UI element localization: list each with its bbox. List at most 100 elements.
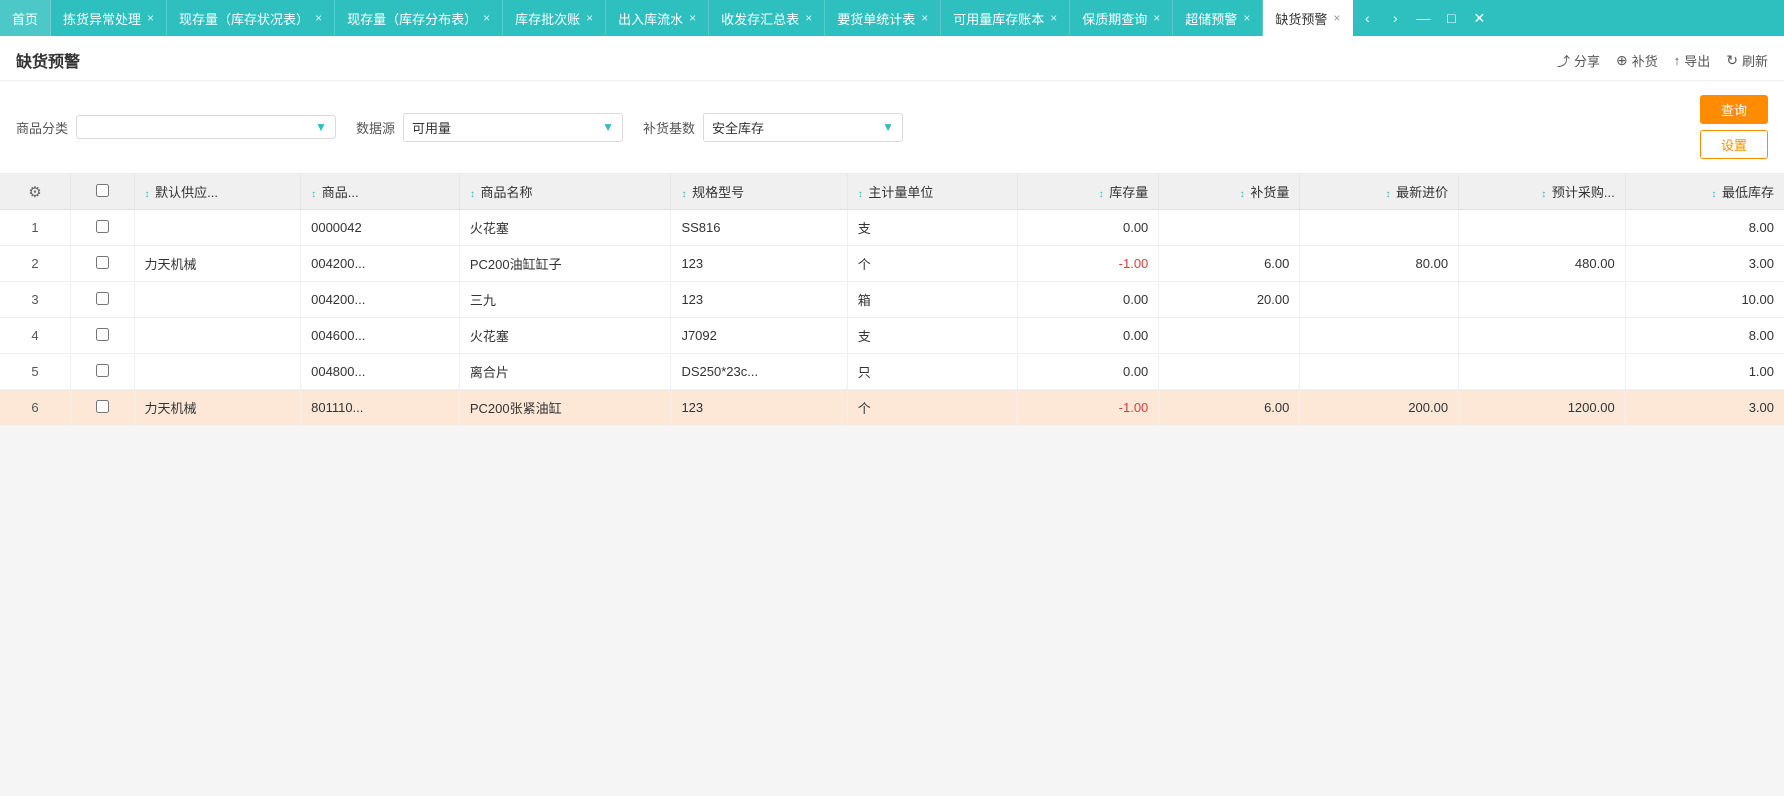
sort-forecast-icon: ↕ — [1541, 189, 1546, 200]
row-checkbox-0[interactable] — [96, 220, 109, 233]
tab-nav-next[interactable]: › — [1381, 0, 1409, 36]
row-checkbox-4[interactable] — [96, 364, 109, 377]
row-latest-price-2 — [1300, 282, 1459, 318]
col-spec-header[interactable]: ↕ 规格型号 — [671, 174, 847, 210]
col-min-stock-header[interactable]: ↕ 最低库存 — [1625, 174, 1784, 210]
col-settings-header: ⚙ — [0, 174, 71, 210]
tab-receive-summary[interactable]: 收发存汇总表 × — [709, 0, 825, 36]
sort-stock-icon: ↕ — [1099, 189, 1104, 200]
row-supplier-3 — [134, 318, 301, 354]
row-check-4[interactable] — [71, 354, 134, 390]
supplement-button[interactable]: ⊕ 补货 — [1616, 51, 1658, 70]
settings-button[interactable]: 设置 — [1700, 130, 1768, 159]
window-close[interactable]: ✕ — [1465, 0, 1493, 36]
tab-available-ledger-close[interactable]: × — [1050, 11, 1057, 25]
tab-inout-flow-close[interactable]: × — [689, 11, 696, 25]
row-num-4: 5 — [0, 354, 71, 390]
row-unit-4: 只 — [847, 354, 1017, 390]
tab-nav-prev[interactable]: ‹ — [1353, 0, 1381, 36]
export-button[interactable]: ↑ 导出 — [1674, 51, 1711, 70]
settings-gear-icon[interactable]: ⚙ — [28, 184, 41, 201]
select-all-checkbox[interactable] — [96, 184, 109, 197]
share-button[interactable]: ⤴ 分享 — [1557, 51, 1600, 70]
row-checkbox-1[interactable] — [96, 256, 109, 269]
row-check-2[interactable] — [71, 282, 134, 318]
col-name-header[interactable]: ↕ 商品名称 — [459, 174, 671, 210]
row-name-0: 火花塞 — [459, 210, 671, 246]
col-forecast-header[interactable]: ↕ 预计采购... — [1459, 174, 1626, 210]
main-content: 缺货预警 ⤴ 分享 ⊕ 补货 ↑ 导出 ↻ 刷新 商品分类 — [0, 36, 1784, 426]
row-code-1: 004200... — [301, 246, 460, 282]
row-latest-price-0 — [1300, 210, 1459, 246]
row-spec-2: 123 — [671, 282, 847, 318]
tab-batch-close[interactable]: × — [586, 11, 593, 25]
category-filter-group: 商品分类 ▼ — [16, 115, 336, 139]
row-min-stock-4: 1.00 — [1625, 354, 1784, 390]
row-stock-2: 0.00 — [1018, 282, 1159, 318]
tab-expiry-query-close[interactable]: × — [1153, 11, 1160, 25]
tab-inventory-dist[interactable]: 现存量（库存分布表） × — [335, 0, 503, 36]
row-spec-1: 123 — [671, 246, 847, 282]
row-check-0[interactable] — [71, 210, 134, 246]
row-latest-price-4 — [1300, 354, 1459, 390]
replenish-label: 补货基数 — [643, 118, 695, 137]
window-minimize[interactable]: — — [1409, 0, 1437, 36]
row-name-5: PC200张紧油缸 — [459, 390, 671, 426]
datasource-select-value: 可用量 — [412, 118, 451, 137]
col-stock-header[interactable]: ↕ 库存量 — [1018, 174, 1159, 210]
tab-overstock-warning-close[interactable]: × — [1243, 11, 1250, 25]
tab-shortage-warning-close[interactable]: × — [1333, 11, 1340, 25]
row-supplier-4 — [134, 354, 301, 390]
row-stock-0: 0.00 — [1018, 210, 1159, 246]
col-unit-header[interactable]: ↕ 主计量单位 — [847, 174, 1017, 210]
replenish-select[interactable]: 安全库存 ▼ — [703, 113, 903, 142]
tab-inventory-dist-close[interactable]: × — [483, 11, 490, 25]
row-min-stock-3: 8.00 — [1625, 318, 1784, 354]
tab-home[interactable]: 首页 — [0, 0, 51, 36]
col-latest-price-header[interactable]: ↕ 最新进价 — [1300, 174, 1459, 210]
tab-requisition-stat-close[interactable]: × — [921, 11, 928, 25]
table-container: ⚙ ↕ 默认供应... ↕ 商品... ↕ 商品名称 — [0, 174, 1784, 426]
row-check-5[interactable] — [71, 390, 134, 426]
row-checkbox-5[interactable] — [96, 400, 109, 413]
tab-inventory-status[interactable]: 现存量（库存状况表） × — [167, 0, 335, 36]
row-name-2: 三九 — [459, 282, 671, 318]
sort-supplement-icon: ↕ — [1240, 189, 1245, 200]
col-supplier-header[interactable]: ↕ 默认供应... — [134, 174, 301, 210]
tab-expiry-query[interactable]: 保质期查询 × — [1070, 0, 1173, 36]
tab-inventory-status-close[interactable]: × — [315, 11, 322, 25]
tab-inout-flow[interactable]: 出入库流水 × — [606, 0, 709, 36]
tab-exception-close[interactable]: × — [147, 11, 154, 25]
col-supplement-header[interactable]: ↕ 补货量 — [1159, 174, 1300, 210]
tab-receive-summary-close[interactable]: × — [805, 11, 812, 25]
row-spec-5: 123 — [671, 390, 847, 426]
datasource-label: 数据源 — [356, 118, 395, 137]
replenish-filter-group: 补货基数 安全库存 ▼ — [643, 113, 903, 142]
tab-requisition-stat[interactable]: 要货单统计表 × — [825, 0, 941, 36]
row-check-3[interactable] — [71, 318, 134, 354]
window-maximize[interactable]: □ — [1437, 0, 1465, 36]
table-row: 1 0000042 火花塞 SS816 支 0.00 8.00 — [0, 210, 1784, 246]
row-spec-0: SS816 — [671, 210, 847, 246]
row-checkbox-2[interactable] — [96, 292, 109, 305]
page-title: 缺货预警 — [16, 48, 80, 72]
row-checkbox-3[interactable] — [96, 328, 109, 341]
tab-exception[interactable]: 拣货异常处理 × — [51, 0, 167, 36]
tab-shortage-warning[interactable]: 缺货预警 × — [1263, 0, 1353, 36]
col-code-header[interactable]: ↕ 商品... — [301, 174, 460, 210]
row-check-1[interactable] — [71, 246, 134, 282]
category-select[interactable]: ▼ — [76, 115, 336, 139]
datasource-select[interactable]: 可用量 ▼ — [403, 113, 623, 142]
tab-batch[interactable]: 库存批次账 × — [503, 0, 606, 36]
refresh-button[interactable]: ↻ 刷新 — [1726, 51, 1768, 70]
page-header: 缺货预警 ⤴ 分享 ⊕ 补货 ↑ 导出 ↻ 刷新 — [0, 36, 1784, 81]
replenish-select-value: 安全库存 — [712, 118, 764, 137]
row-min-stock-0: 8.00 — [1625, 210, 1784, 246]
tab-overstock-warning[interactable]: 超储预警 × — [1173, 0, 1263, 36]
query-button[interactable]: 查询 — [1700, 95, 1768, 124]
datasource-filter-group: 数据源 可用量 ▼ — [356, 113, 623, 142]
row-forecast-2 — [1459, 282, 1626, 318]
row-unit-0: 支 — [847, 210, 1017, 246]
row-supplier-2 — [134, 282, 301, 318]
tab-available-ledger[interactable]: 可用量库存账本 × — [941, 0, 1070, 36]
